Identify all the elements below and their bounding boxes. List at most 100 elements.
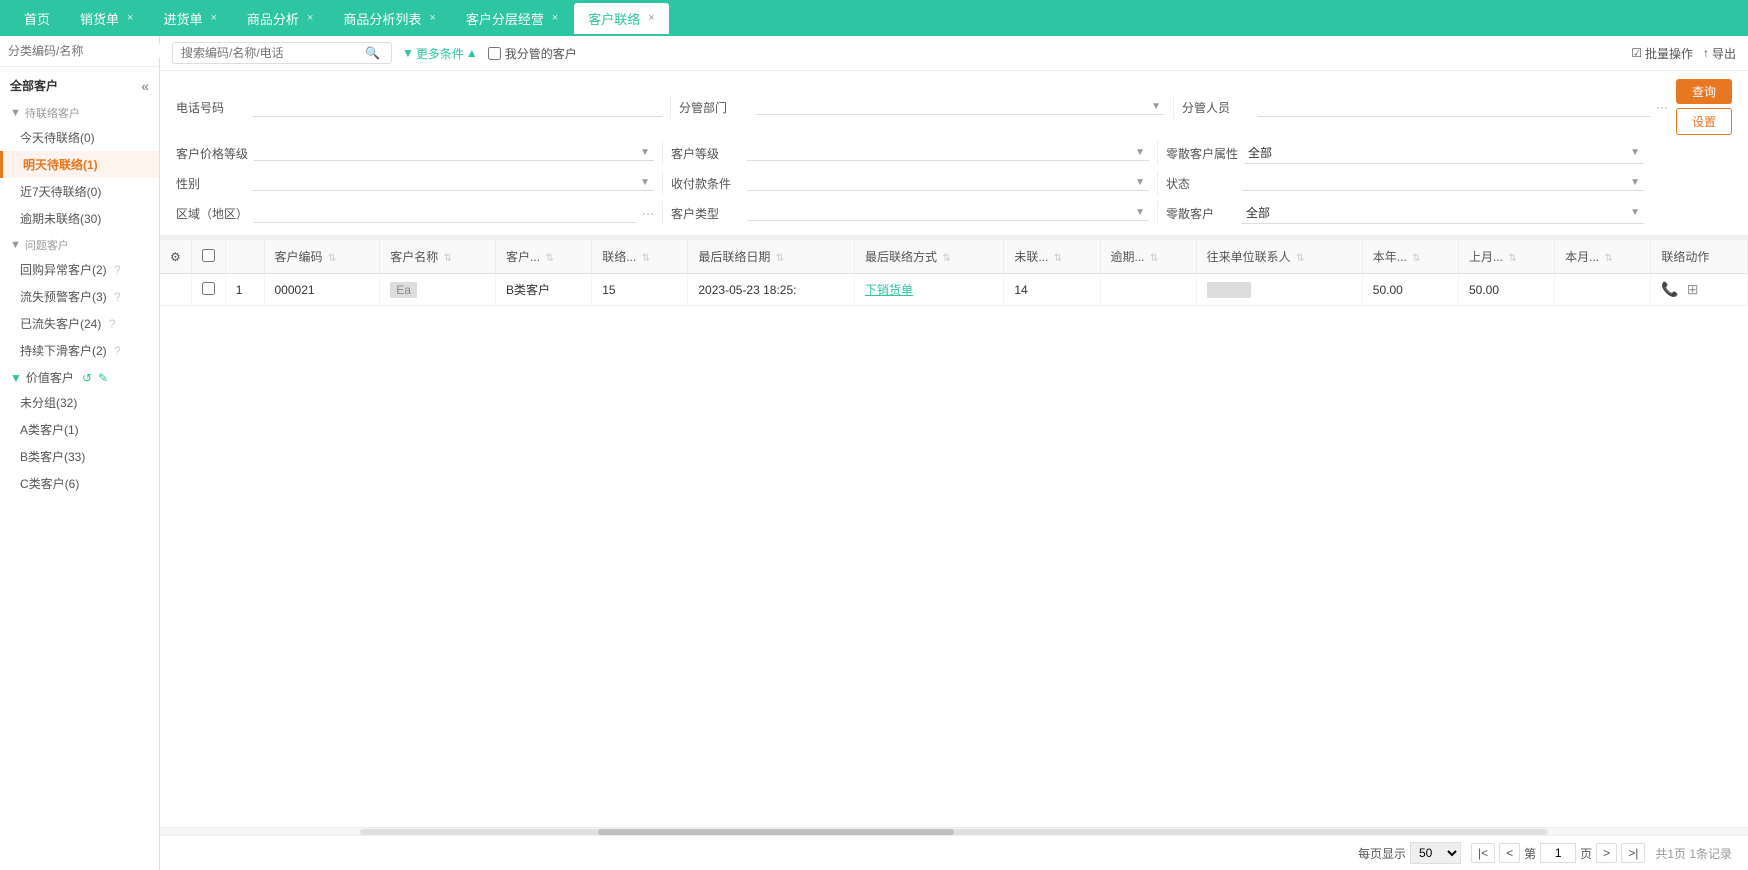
- dept-select[interactable]: ▼: [755, 99, 1165, 115]
- nav-sales[interactable]: 销货单 ×: [66, 3, 147, 34]
- sidebar-churn-warning[interactable]: 流失预警客户(3) ?: [0, 283, 159, 310]
- nav-purchase[interactable]: 进货单 ×: [149, 3, 230, 34]
- select-all-checkbox[interactable]: [202, 249, 215, 262]
- col-contact[interactable]: 联络... ⇅: [592, 240, 688, 274]
- price-level-select[interactable]: ▼: [254, 145, 654, 161]
- sidebar-all-customers[interactable]: 全部客户 «: [0, 71, 159, 100]
- customer-table: ⚙ 客户编码 ⇅ 客户名称 ⇅: [160, 240, 1748, 306]
- close-sales-icon[interactable]: ×: [127, 12, 133, 24]
- sidebar-ungrouped[interactable]: 未分组(32): [0, 389, 159, 416]
- retail-attr-select[interactable]: 全部 ▼: [1244, 142, 1644, 164]
- phone-input[interactable]: [252, 98, 662, 117]
- col-this-year[interactable]: 本年... ⇅: [1362, 240, 1458, 274]
- this-month-sort-icon[interactable]: ⇅: [1605, 253, 1613, 264]
- sidebar-overdue-pending[interactable]: 逾期未联络(30): [0, 205, 159, 232]
- overdue-sort-icon[interactable]: ⇅: [1150, 253, 1158, 264]
- row-last-method[interactable]: 下销货单: [854, 274, 1003, 306]
- grid-action-icon[interactable]: ⊞: [1687, 281, 1699, 298]
- col-last-month[interactable]: 上月... ⇅: [1458, 240, 1554, 274]
- customer-level-select[interactable]: ▼: [747, 145, 1149, 161]
- settings-button[interactable]: 设置: [1676, 108, 1732, 135]
- batch-op-btn[interactable]: ☑ 批量操作: [1631, 45, 1693, 62]
- code-sort-icon[interactable]: ⇅: [328, 253, 336, 264]
- row-checkbox-cell: [191, 274, 225, 306]
- last-date-sort-icon[interactable]: ⇅: [776, 253, 784, 264]
- region-more-icon[interactable]: ···: [642, 206, 654, 220]
- col-code[interactable]: 客户编码 ⇅: [264, 240, 380, 274]
- last-month-sort-icon[interactable]: ⇅: [1508, 253, 1516, 264]
- edit-icon[interactable]: ✎: [98, 371, 108, 385]
- sidebar-class-a[interactable]: A类客户(1): [0, 416, 159, 443]
- sidebar-week-pending[interactable]: 近7天待联络(0): [0, 178, 159, 205]
- horizontal-scrollbar[interactable]: [160, 827, 1748, 835]
- row-last-month: 50.00: [1458, 274, 1554, 306]
- sidebar-class-c[interactable]: C类客户(6): [0, 470, 159, 497]
- sidebar-churned[interactable]: 已流失客户(24) ?: [0, 310, 159, 337]
- my-customers-checkbox[interactable]: 我分管的客户: [488, 45, 577, 62]
- sidebar-value-section[interactable]: ▼ 价值客户 ↺ ✎: [0, 364, 159, 389]
- col-settings[interactable]: ⚙: [160, 240, 191, 274]
- search-input[interactable]: [181, 46, 361, 60]
- col-type[interactable]: 客户... ⇅: [496, 240, 592, 274]
- col-name[interactable]: 客户名称 ⇅: [380, 240, 496, 274]
- more-conditions-btn[interactable]: ▼ 更多条件 ▲: [402, 45, 478, 62]
- search-icon[interactable]: 🔍: [365, 46, 380, 60]
- dept-field: 分管部门 ▼: [679, 99, 1165, 116]
- per-page-select[interactable]: 50 100 200: [1410, 842, 1461, 864]
- manager-more-icon[interactable]: ···: [1656, 100, 1668, 114]
- close-purchase-icon[interactable]: ×: [210, 12, 216, 24]
- phone-action-icon[interactable]: 📞: [1661, 281, 1678, 298]
- close-goods-list-icon[interactable]: ×: [429, 12, 435, 24]
- col-last-date[interactable]: 最后联络日期 ⇅: [688, 240, 855, 274]
- col-unit-contact[interactable]: 往来单位联系人 ⇅: [1196, 240, 1362, 274]
- sidebar-search-input[interactable]: [8, 44, 163, 58]
- filter-row-4: 区域（地区） ··· 客户类型 ▼ 零散客户 全部: [176, 201, 1732, 225]
- col-uncontacted[interactable]: 未联... ⇅: [1004, 240, 1100, 274]
- col-this-month[interactable]: 本月... ⇅: [1555, 240, 1651, 274]
- nav-customer-tier[interactable]: 客户分层经营 ×: [452, 3, 572, 34]
- triangle-down-icon2: ▼: [10, 239, 21, 251]
- last-method-sort-icon[interactable]: ⇅: [942, 253, 950, 264]
- close-customer-contact-icon[interactable]: ×: [648, 12, 654, 24]
- sidebar-tomorrow-pending[interactable]: 明天待联络(1): [0, 151, 159, 178]
- query-button[interactable]: 查询: [1676, 79, 1732, 104]
- status-field: 状态 ▼: [1166, 175, 1644, 192]
- last-page-btn[interactable]: >|: [1621, 843, 1645, 863]
- this-year-sort-icon[interactable]: ⇅: [1412, 253, 1420, 264]
- next-page-btn[interactable]: >: [1596, 843, 1617, 863]
- row-checkbox[interactable]: [202, 282, 215, 295]
- close-customer-tier-icon[interactable]: ×: [552, 12, 558, 24]
- scrollbar-thumb[interactable]: [598, 829, 954, 835]
- nav-goods-analysis[interactable]: 商品分析 ×: [233, 3, 327, 34]
- col-no: [225, 240, 264, 274]
- sidebar-declining[interactable]: 持续下滑客户(2) ?: [0, 337, 159, 364]
- status-select[interactable]: ▼: [1242, 175, 1644, 191]
- page-number-input[interactable]: [1540, 843, 1576, 863]
- region-input[interactable]: [254, 204, 636, 223]
- first-page-btn[interactable]: |<: [1471, 843, 1495, 863]
- payment-select[interactable]: ▼: [747, 175, 1149, 191]
- uncontacted-sort-icon[interactable]: ⇅: [1054, 253, 1062, 264]
- customer-type-select[interactable]: ▼: [747, 205, 1149, 221]
- manager-input[interactable]: [1258, 98, 1650, 117]
- retail-select[interactable]: 全部 ▼: [1242, 202, 1644, 224]
- sidebar-repurchase-abnormal[interactable]: 回购异常客户(2) ?: [0, 256, 159, 283]
- prev-page-btn[interactable]: <: [1499, 843, 1520, 863]
- close-goods-analysis-icon[interactable]: ×: [307, 12, 313, 24]
- my-customers-check[interactable]: [488, 47, 501, 60]
- nav-home[interactable]: 首页: [10, 3, 64, 34]
- gender-select[interactable]: ▼: [252, 175, 654, 191]
- name-sort-icon[interactable]: ⇅: [444, 253, 452, 264]
- col-overdue[interactable]: 逾期... ⇅: [1100, 240, 1196, 274]
- sidebar-class-b[interactable]: B类客户(33): [0, 443, 159, 470]
- type-sort-icon[interactable]: ⇅: [545, 253, 553, 264]
- nav-customer-contact[interactable]: 客户联络 ×: [574, 3, 668, 34]
- refresh-icon[interactable]: ↺: [82, 371, 92, 385]
- sidebar-today-pending[interactable]: 今天待联络(0): [0, 124, 159, 151]
- nav-goods-analysis-list[interactable]: 商品分析列表 ×: [329, 3, 449, 34]
- col-actions: 联络动作: [1651, 240, 1748, 274]
- col-last-method[interactable]: 最后联络方式 ⇅: [854, 240, 1003, 274]
- export-btn[interactable]: ↑ 导出: [1703, 45, 1736, 62]
- unit-contact-sort-icon[interactable]: ⇅: [1296, 253, 1304, 264]
- contact-sort-icon[interactable]: ⇅: [642, 253, 650, 264]
